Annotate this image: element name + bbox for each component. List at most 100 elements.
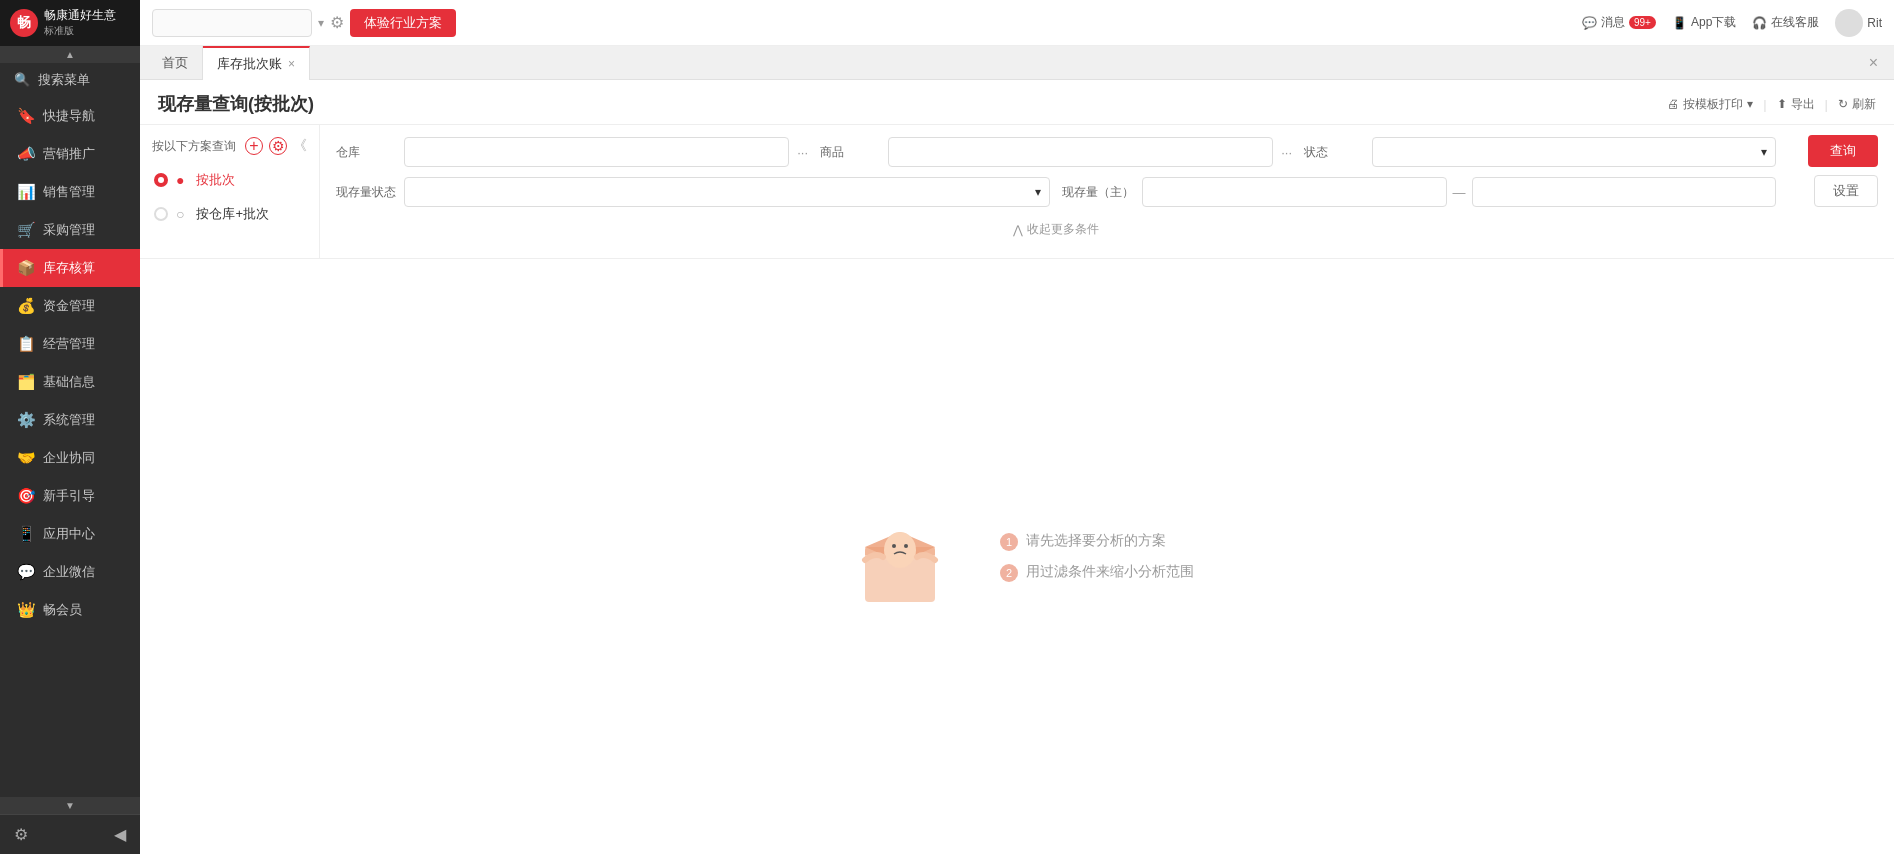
sidebar-item-newbie[interactable]: 🎯 新手引导 xyxy=(0,477,140,515)
export-button[interactable]: ⬆ 导出 xyxy=(1777,96,1815,113)
search-icon: 🔍 xyxy=(14,72,30,87)
refresh-icon: ↻ xyxy=(1838,97,1848,111)
page-title: 现存量查询(按批次) xyxy=(158,92,314,116)
filter-batch-icon: ● xyxy=(176,172,184,188)
empty-hints: 1 请先选择要分析的方案 2 用过滤条件来缩小分析范围 xyxy=(1000,532,1194,582)
product-more-icon[interactable]: ··· xyxy=(1281,145,1292,160)
filter-option-batch[interactable]: ● 按批次 xyxy=(140,163,319,197)
filter-row-1: 仓库 ··· 商品 ··· 状态 xyxy=(336,137,1776,167)
empty-state: 1 请先选择要分析的方案 2 用过滤条件来缩小分析范围 xyxy=(140,259,1894,854)
sidebar-item-purchase[interactable]: 🛒 采购管理 xyxy=(0,211,140,249)
marketing-icon: 📣 xyxy=(17,145,35,163)
sidebar: 畅 畅康通好生意 标准版 ▲ 🔍 搜索菜单 🔖 快捷导航 📣 营销推广 📊 销售… xyxy=(0,0,140,854)
warehouse-input[interactable] xyxy=(404,137,789,167)
main-area: ▾ ⚙ 体验行业方案 💬 消息 99+ 📱 App下载 🎧 在线客服 Rit xyxy=(140,0,1894,854)
page-header: 现存量查询(按批次) 🖨 按模板打印 ▾ | ⬆ 导出 | ↻ 刷新 xyxy=(140,80,1894,125)
quick-nav-icon: 🔖 xyxy=(17,107,35,125)
topbar-gear-icon[interactable]: ⚙ xyxy=(330,13,344,32)
app-center-icon: 📱 xyxy=(17,525,35,543)
query-button[interactable]: 查询 xyxy=(1808,135,1878,167)
app-title: 畅康通好生意 xyxy=(44,8,116,24)
inventory-qty-max-input[interactable] xyxy=(1472,177,1777,207)
settings-button[interactable]: 设置 xyxy=(1814,175,1878,207)
app-download-button[interactable]: 📱 App下载 xyxy=(1672,14,1736,31)
sidebar-item-wechat[interactable]: 💬 企业微信 xyxy=(0,553,140,591)
page-actions: 🖨 按模板打印 ▾ | ⬆ 导出 | ↻ 刷新 xyxy=(1667,96,1876,113)
sidebar-item-system[interactable]: ⚙️ 系统管理 xyxy=(0,401,140,439)
sidebar-footer: ⚙ ◀ xyxy=(0,814,140,854)
content-area: 现存量查询(按批次) 🖨 按模板打印 ▾ | ⬆ 导出 | ↻ 刷新 xyxy=(140,80,1894,854)
filter-fields: 仓库 ··· 商品 ··· 状态 xyxy=(320,125,1792,258)
sidebar-item-enterprise[interactable]: 🤝 企业协同 xyxy=(0,439,140,477)
inventory-status-select[interactable]: ▾ xyxy=(404,177,1050,207)
search-chevron-icon[interactable]: ▾ xyxy=(318,16,324,30)
svg-point-4 xyxy=(892,544,896,548)
status-field: 状态 ▾ xyxy=(1304,137,1776,167)
messages-badge: 99+ xyxy=(1629,16,1656,29)
finance-icon: 💰 xyxy=(17,297,35,315)
enterprise-icon: 🤝 xyxy=(17,449,35,467)
sidebar-scroll-down[interactable]: ▼ xyxy=(0,797,140,814)
filter-radio-warehouse-batch xyxy=(154,207,168,221)
sidebar-item-member[interactable]: 👑 畅会员 xyxy=(0,591,140,629)
filter-layout: 按以下方案查询 + ⚙ 《 ● 按批次 ○ 按仓库+批次 xyxy=(140,125,1894,259)
filter-option-warehouse-batch[interactable]: ○ 按仓库+批次 xyxy=(140,197,319,231)
search-input[interactable] xyxy=(152,9,312,37)
sidebar-item-app-center[interactable]: 📱 应用中心 xyxy=(0,515,140,553)
purchase-icon: 🛒 xyxy=(17,221,35,239)
app-subtitle: 标准版 xyxy=(44,24,116,38)
inventory-status-field: 现存量状态 ▾ xyxy=(336,177,1050,207)
user-menu[interactable]: Rit xyxy=(1835,9,1882,37)
tab-inventory-batch[interactable]: 库存批次账 × xyxy=(203,46,310,80)
inventory-qty-min-input[interactable] xyxy=(1142,177,1447,207)
filter-add-icon[interactable]: + xyxy=(245,137,263,155)
sidebar-header: 畅 畅康通好生意 标准版 xyxy=(0,0,140,46)
export-icon: ⬆ xyxy=(1777,97,1787,111)
member-icon: 👑 xyxy=(17,601,35,619)
tab-panel-close-icon[interactable]: × xyxy=(1861,54,1886,72)
print-dropdown-icon[interactable]: ▾ xyxy=(1747,97,1753,111)
basic-icon: 🗂️ xyxy=(17,373,35,391)
message-icon: 💬 xyxy=(1582,16,1597,30)
filter-collapse-icon[interactable]: 《 xyxy=(293,137,307,155)
wechat-icon: 💬 xyxy=(17,563,35,581)
empty-illustration xyxy=(840,497,960,617)
svg-point-3 xyxy=(884,532,916,568)
sidebar-item-quick-nav[interactable]: 🔖 快捷导航 xyxy=(0,97,140,135)
print-button[interactable]: 🖨 按模板打印 ▾ xyxy=(1667,96,1753,113)
refresh-button[interactable]: ↻ 刷新 xyxy=(1838,96,1876,113)
sidebar-item-finance[interactable]: 💰 资金管理 xyxy=(0,287,140,325)
online-support-button[interactable]: 🎧 在线客服 xyxy=(1752,14,1819,31)
topbar-left: ▾ ⚙ 体验行业方案 xyxy=(152,9,1572,37)
tab-home[interactable]: 首页 xyxy=(148,46,203,80)
messages-button[interactable]: 💬 消息 99+ xyxy=(1582,14,1656,31)
filter-collapse-button[interactable]: ⋀ 收起更多条件 xyxy=(1013,221,1099,238)
status-select[interactable]: ▾ xyxy=(1372,137,1776,167)
filter-row-2: 现存量状态 ▾ 现存量（主） — xyxy=(336,177,1776,207)
headset-icon: 🎧 xyxy=(1752,16,1767,30)
collapse-sidebar-icon[interactable]: ◀ xyxy=(114,825,126,844)
sidebar-item-inventory[interactable]: 📦 库存核算 xyxy=(0,249,140,287)
sidebar-scroll-up[interactable]: ▲ xyxy=(0,46,140,63)
sidebar-item-operations[interactable]: 📋 经营管理 xyxy=(0,325,140,363)
warehouse-more-icon[interactable]: ··· xyxy=(797,145,808,160)
warehouse-field: 仓库 ··· xyxy=(336,137,808,167)
sidebar-item-marketing[interactable]: 📣 营销推广 xyxy=(0,135,140,173)
topbar: ▾ ⚙ 体验行业方案 💬 消息 99+ 📱 App下载 🎧 在线客服 Rit xyxy=(140,0,1894,46)
sidebar-search[interactable]: 🔍 搜索菜单 xyxy=(0,63,140,97)
app-logo: 畅 xyxy=(10,9,38,37)
newbie-icon: 🎯 xyxy=(17,487,35,505)
status-label: 状态 xyxy=(1304,144,1364,161)
sidebar-item-sales[interactable]: 📊 销售管理 xyxy=(0,173,140,211)
filter-buttons: 查询 设置 xyxy=(1792,125,1894,258)
chevron-up-icon: ⋀ xyxy=(1013,223,1023,237)
settings-footer-icon[interactable]: ⚙ xyxy=(14,825,28,844)
product-input[interactable] xyxy=(888,137,1273,167)
sidebar-item-basic[interactable]: 🗂️ 基础信息 xyxy=(0,363,140,401)
empty-box-svg xyxy=(845,502,955,612)
empty-hint-2: 2 用过滤条件来缩小分析范围 xyxy=(1000,563,1194,582)
tab-close-icon[interactable]: × xyxy=(288,57,295,71)
trial-button[interactable]: 体验行业方案 xyxy=(350,9,456,37)
filter-settings-icon[interactable]: ⚙ xyxy=(269,137,287,155)
filter-warehouse-batch-icon: ○ xyxy=(176,206,184,222)
